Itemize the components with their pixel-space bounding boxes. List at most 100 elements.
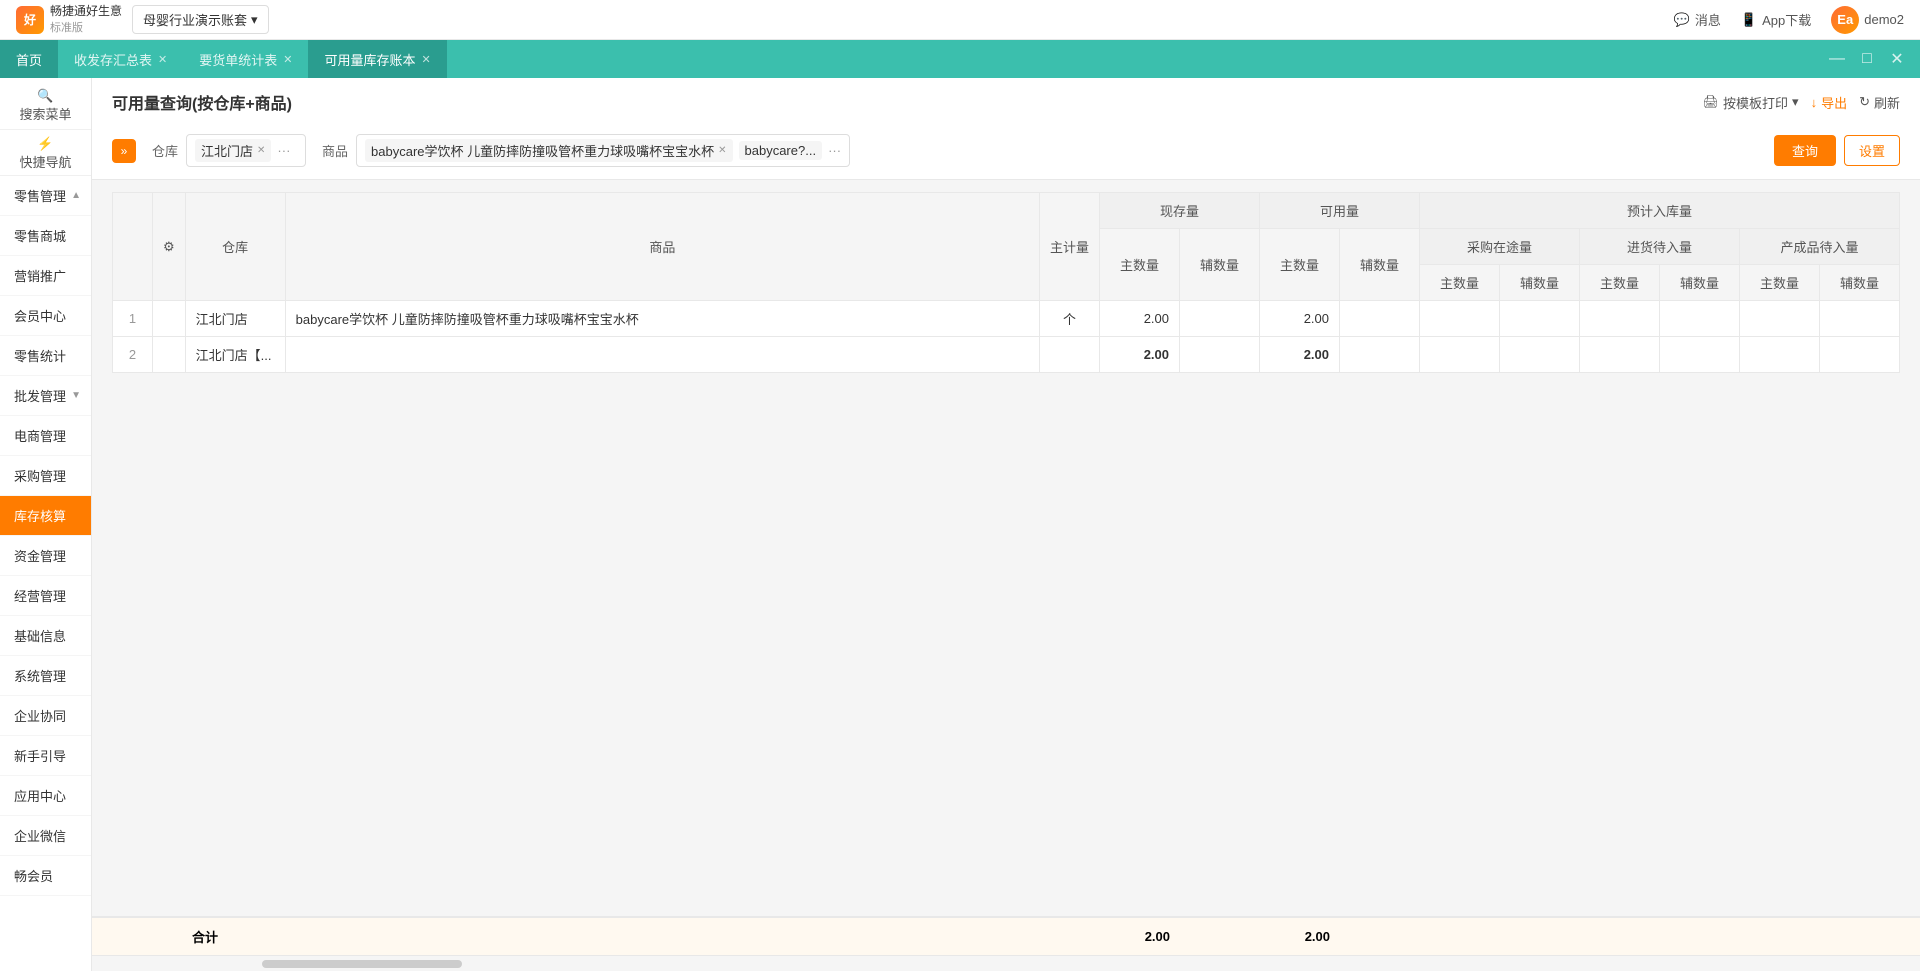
table-row: 2 江北门店【... 2.00 2.00 xyxy=(113,337,1900,373)
sidebar-item-label: 基础信息 xyxy=(14,626,66,645)
minimize-btn[interactable]: — xyxy=(1826,48,1848,70)
cell-stock-aux xyxy=(1180,301,1260,337)
sidebar-item-member-center[interactable]: 会员中心 xyxy=(0,296,91,336)
top-bar: 好 畅捷通好生意 标准版 母婴行业演示账套 ▾ 💬 消息 📱 App下载 Ea … xyxy=(0,0,1920,40)
sidebar-item-vip-member[interactable]: 畅会员 xyxy=(0,856,91,896)
summary-empty-product xyxy=(282,918,1040,955)
cell-avail-main: 2.00 xyxy=(1260,337,1340,373)
maximize-btn[interactable]: □ xyxy=(1856,48,1878,70)
sidebar-item-inventory[interactable]: 库存核算 xyxy=(0,496,91,536)
th-planned-inbound: 预计入库量 xyxy=(1420,193,1900,229)
query-button[interactable]: 查询 xyxy=(1774,135,1836,166)
cell-rownum: 2 xyxy=(113,337,153,373)
product-filter-input[interactable]: babycare学饮杯 儿童防摔防撞吸管杯重力球吸嘴杯宝宝水杯 ✕ babyca… xyxy=(356,134,850,167)
tab-available-stock[interactable]: 可用量库存账本 ✕ xyxy=(308,40,446,78)
search-label: 搜索菜单 xyxy=(8,104,83,123)
tab-home-label: 首页 xyxy=(16,50,42,69)
user-profile[interactable]: Ea demo2 xyxy=(1831,6,1904,34)
sidebar-item-retail-mall[interactable]: 零售商城 xyxy=(0,216,91,256)
username: demo2 xyxy=(1864,12,1904,27)
cell-purchase-main xyxy=(1420,301,1500,337)
export-btn[interactable]: ↓ 导出 xyxy=(1811,93,1848,112)
sidebar-item-retail-stats[interactable]: 零售统计 xyxy=(0,336,91,376)
sidebar-item-finance[interactable]: 资金管理 xyxy=(0,536,91,576)
sidebar-item-label: 新手引导 xyxy=(14,746,66,765)
filter-more-icon-2[interactable]: ··· xyxy=(828,143,841,158)
tab-order-stats-label: 要货单统计表 xyxy=(199,50,277,69)
app-download-label: App下载 xyxy=(1762,10,1811,29)
remove-product-tag-1[interactable]: ✕ xyxy=(718,145,726,156)
sidebar-search[interactable]: 🔍 搜索菜单 xyxy=(0,78,91,130)
filter-more-icon[interactable]: ··· xyxy=(277,143,290,158)
remove-warehouse-tag[interactable]: ✕ xyxy=(257,145,265,156)
chevron-icon: ▼ xyxy=(71,390,81,401)
tab-home[interactable]: 首页 xyxy=(0,40,58,78)
filter-toggle-btn[interactable]: » xyxy=(112,139,136,163)
close-icon[interactable]: ✕ xyxy=(422,53,431,66)
sidebar-item-retail-mgmt[interactable]: 零售管理 ▲ xyxy=(0,176,91,216)
main-layout: 🔍 搜索菜单 ⚡ 快捷导航 零售管理 ▲ 零售商城 营销推广 会员中心 零售统计… xyxy=(0,78,1920,971)
quick-nav[interactable]: ⚡ 快捷导航 xyxy=(0,130,91,176)
summary-label: 合计 xyxy=(182,918,282,955)
sidebar-item-basic-info[interactable]: 基础信息 xyxy=(0,616,91,656)
sidebar-item-system-mgmt[interactable]: 系统管理 xyxy=(0,656,91,696)
scroll-area[interactable] xyxy=(92,955,1920,971)
sidebar-item-wholesale-mgmt[interactable]: 批发管理 ▼ xyxy=(0,376,91,416)
close-icon[interactable]: ✕ xyxy=(158,53,167,66)
page-title: 可用量查询(按仓库+商品) xyxy=(112,90,292,114)
tab-income-expense[interactable]: 收发存汇总表 ✕ xyxy=(58,40,183,78)
cell-gear[interactable] xyxy=(153,337,186,373)
th-production-aux: 辅数量 xyxy=(1820,265,1900,301)
warehouse-filter-label: 仓库 xyxy=(152,141,178,160)
sidebar-item-ecommerce[interactable]: 电商管理 xyxy=(0,416,91,456)
tab-order-stats[interactable]: 要货单统计表 ✕ xyxy=(183,40,308,78)
refresh-btn[interactable]: ↻ 刷新 xyxy=(1859,93,1900,112)
summary-production-main xyxy=(1740,918,1820,955)
company-name: 母婴行业演示账套 xyxy=(143,10,247,29)
phone-icon: 📱 xyxy=(1741,12,1757,28)
sidebar-item-marketing[interactable]: 营销推广 xyxy=(0,256,91,296)
sidebar-item-new-guide[interactable]: 新手引导 xyxy=(0,736,91,776)
cell-main-unit xyxy=(1040,337,1100,373)
cell-purchase-aux xyxy=(1500,337,1580,373)
tab-available-stock-label: 可用量库存账本 xyxy=(324,50,415,69)
cell-product: babycare学饮杯 儿童防摔防撞吸管杯重力球吸嘴杯宝宝水杯 xyxy=(285,301,1039,337)
cell-stock-aux xyxy=(1180,337,1260,373)
refresh-icon: ↻ xyxy=(1859,94,1870,110)
settings-button[interactable]: 设置 xyxy=(1844,135,1900,166)
close-icon[interactable]: ✕ xyxy=(283,53,292,66)
product-filter-label: 商品 xyxy=(322,141,348,160)
export-label: 导出 xyxy=(1821,93,1847,112)
summary-stock-main: 2.00 xyxy=(1100,918,1180,955)
sidebar-item-operations[interactable]: 经营管理 xyxy=(0,576,91,616)
summary-incoming-aux xyxy=(1660,918,1740,955)
sidebar-item-purchase-mgmt[interactable]: 采购管理 xyxy=(0,456,91,496)
th-current-stock: 现存量 xyxy=(1100,193,1260,229)
th-production-pending: 产成品待入量 xyxy=(1740,229,1900,265)
page-header: 可用量查询(按仓库+商品) 🖨 按模板打印 ▾ ↓ 导出 ↻ 刷新 xyxy=(92,78,1920,180)
cell-gear[interactable] xyxy=(153,301,186,337)
message-btn[interactable]: 💬 消息 xyxy=(1674,10,1721,29)
sidebar-item-app-center[interactable]: 应用中心 xyxy=(0,776,91,816)
cell-incoming-main xyxy=(1580,337,1660,373)
summary-incoming-main xyxy=(1580,918,1660,955)
sidebar-item-label: 批发管理 xyxy=(14,386,66,405)
cell-incoming-main xyxy=(1580,301,1660,337)
cell-purchase-aux xyxy=(1500,301,1580,337)
warehouse-filter-input[interactable]: 江北门店 ✕ ··· xyxy=(186,134,306,167)
message-label: 消息 xyxy=(1695,10,1721,29)
scroll-thumb[interactable] xyxy=(262,960,462,968)
cell-stock-main: 2.00 xyxy=(1100,301,1180,337)
summary-empty-2 xyxy=(152,918,182,955)
sidebar-item-enterprise-collab[interactable]: 企业协同 xyxy=(0,696,91,736)
app-download-btn[interactable]: 📱 App下载 xyxy=(1741,10,1811,29)
filter-row: » 仓库 江北门店 ✕ ··· 商品 babyca xyxy=(112,124,1900,179)
th-gear[interactable]: ⚙ xyxy=(153,193,186,301)
logo-area: 好 畅捷通好生意 标准版 xyxy=(16,4,122,36)
company-selector[interactable]: 母婴行业演示账套 ▾ xyxy=(132,5,269,34)
sidebar-item-label: 营销推广 xyxy=(14,266,66,285)
sidebar-item-enterprise-wechat[interactable]: 企业微信 xyxy=(0,816,91,856)
print-btn[interactable]: 🖨 按模板打印 ▾ xyxy=(1703,93,1799,112)
top-bar-right: 💬 消息 📱 App下载 Ea demo2 xyxy=(1674,6,1904,34)
close-btn[interactable]: ✕ xyxy=(1886,48,1908,70)
